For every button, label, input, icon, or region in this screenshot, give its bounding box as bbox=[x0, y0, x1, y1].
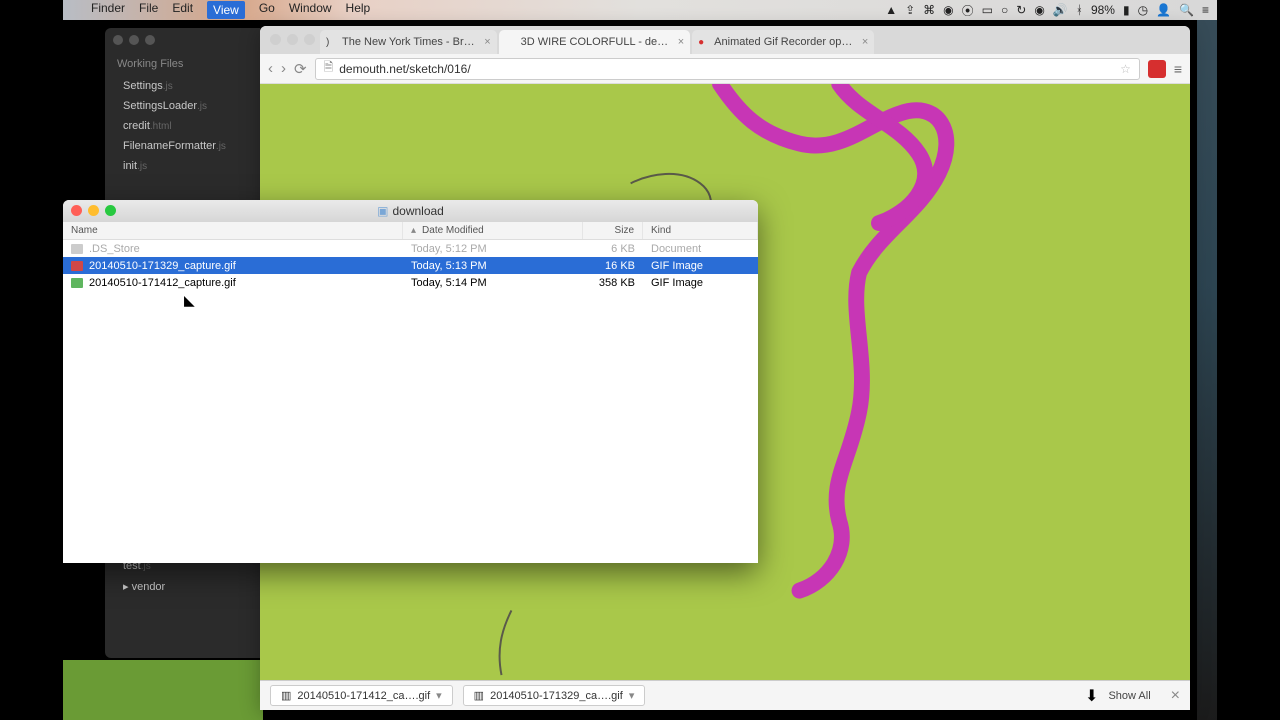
menubar-view[interactable]: View bbox=[207, 1, 245, 19]
file-icon bbox=[71, 261, 83, 271]
editor-file[interactable]: credit.html bbox=[105, 116, 260, 136]
tab-label: 3D WIRE COLORFULL - de… bbox=[521, 36, 669, 48]
editor-file[interactable]: Settings.js bbox=[105, 76, 260, 96]
file-icon: ▥ bbox=[474, 689, 484, 702]
notification-icon[interactable]: ≡ bbox=[1202, 3, 1209, 17]
browser-tab[interactable]: ) The New York Times - Br… × bbox=[320, 30, 497, 54]
column-name[interactable]: Name bbox=[63, 222, 403, 239]
back-button[interactable]: ‹ bbox=[268, 60, 273, 77]
editor-file[interactable]: init.js bbox=[105, 156, 260, 176]
browser-toolbar: ‹ › ⟳ 🗎 demouth.net/sketch/016/ ☆ ≡ bbox=[260, 54, 1190, 84]
tab-label: Animated Gif Recorder op… bbox=[714, 36, 852, 48]
finder-title: download bbox=[392, 204, 443, 218]
forward-button[interactable]: › bbox=[281, 60, 286, 77]
file-icon bbox=[71, 278, 83, 288]
table-row[interactable]: 20140510-171412_capture.gif Today, 5:14 … bbox=[63, 274, 758, 291]
favicon: ) bbox=[326, 37, 329, 48]
desktop-bg-right bbox=[1197, 0, 1217, 720]
battery-text[interactable]: 98% bbox=[1091, 3, 1115, 17]
favicon: ● bbox=[698, 37, 704, 48]
url-text: demouth.net/sketch/016/ bbox=[339, 62, 470, 76]
user-icon[interactable]: 👤 bbox=[1156, 3, 1171, 17]
editor-folder[interactable]: ▸ vendor bbox=[105, 576, 260, 597]
desktop-bg bbox=[63, 660, 263, 720]
status-icon[interactable]: ○ bbox=[1001, 3, 1008, 17]
menubar-file[interactable]: File bbox=[139, 1, 158, 19]
menubar-edit[interactable]: Edit bbox=[172, 1, 193, 19]
editor-file[interactable]: SettingsLoader.js bbox=[105, 96, 260, 116]
mouse-cursor-icon: ◣ bbox=[184, 292, 195, 309]
column-date[interactable]: ▴Date Modified bbox=[403, 222, 583, 239]
download-item[interactable]: ▥ 20140510-171412_ca….gif ▾ bbox=[270, 685, 453, 706]
editor-file[interactable]: FilenameFormatter.js bbox=[105, 136, 260, 156]
download-item[interactable]: ▥ 20140510-171329_ca….gif ▾ bbox=[463, 685, 646, 706]
status-icon[interactable]: ⦿ bbox=[962, 2, 974, 19]
dropbox-icon[interactable]: ⇪ bbox=[905, 3, 915, 17]
reload-button[interactable]: ⟳ bbox=[294, 60, 307, 78]
tab-label: The New York Times - Br… bbox=[342, 36, 475, 48]
zoom-icon[interactable] bbox=[145, 35, 155, 45]
address-bar[interactable]: 🗎 demouth.net/sketch/016/ ☆ bbox=[315, 58, 1140, 80]
wifi-icon[interactable]: ◉ bbox=[1034, 3, 1044, 17]
menubar-help[interactable]: Help bbox=[346, 1, 371, 19]
spotlight-icon[interactable]: 🔍 bbox=[1179, 3, 1194, 17]
chevron-down-icon[interactable]: ▾ bbox=[629, 689, 635, 702]
chrome-menu-icon[interactable]: ≡ bbox=[1174, 61, 1182, 77]
browser-traffic-lights bbox=[270, 34, 315, 45]
status-icon[interactable]: ⌘ bbox=[923, 3, 935, 17]
minimize-icon[interactable] bbox=[287, 34, 298, 45]
menubar-window[interactable]: Window bbox=[289, 1, 332, 19]
close-tab-icon[interactable]: × bbox=[484, 36, 490, 48]
page-icon: 🗎 bbox=[324, 58, 334, 79]
file-icon: ▥ bbox=[281, 689, 291, 702]
editor-section-label: Working Files bbox=[105, 52, 260, 76]
close-tab-icon[interactable]: × bbox=[862, 36, 868, 48]
close-shelf-icon[interactable]: × bbox=[1171, 687, 1180, 705]
download-icon: ⬇ bbox=[1085, 686, 1098, 706]
star-icon[interactable]: ☆ bbox=[1120, 62, 1131, 76]
column-size[interactable]: Size bbox=[583, 222, 643, 239]
download-label: 20140510-171412_ca….gif bbox=[297, 690, 430, 702]
editor-titlebar[interactable] bbox=[105, 28, 260, 52]
status-icon[interactable]: ▲ bbox=[885, 3, 897, 17]
table-row[interactable]: .DS_Store Today, 5:12 PM 6 KB Document bbox=[63, 240, 758, 257]
show-all-downloads[interactable]: Show All bbox=[1108, 690, 1150, 702]
mac-menubar: Finder File Edit View Go Window Help ▲ ⇪… bbox=[63, 0, 1217, 20]
close-icon[interactable] bbox=[270, 34, 281, 45]
zoom-icon[interactable] bbox=[105, 205, 116, 216]
close-tab-icon[interactable]: × bbox=[678, 36, 684, 48]
extension-icon[interactable] bbox=[1148, 60, 1166, 78]
airplay-icon[interactable]: ▭ bbox=[982, 3, 993, 17]
zoom-icon[interactable] bbox=[304, 34, 315, 45]
browser-tab[interactable]: 3D WIRE COLORFULL - de… × bbox=[499, 30, 691, 54]
clock-icon[interactable]: ◷ bbox=[1138, 3, 1148, 17]
table-row[interactable]: 20140510-171329_capture.gif Today, 5:13 … bbox=[63, 257, 758, 274]
menubar-app[interactable]: Finder bbox=[91, 1, 125, 19]
minimize-icon[interactable] bbox=[129, 35, 139, 45]
download-label: 20140510-171329_ca….gif bbox=[490, 690, 623, 702]
browser-tab[interactable]: ● Animated Gif Recorder op… × bbox=[692, 30, 874, 54]
minimize-icon[interactable] bbox=[88, 205, 99, 216]
chevron-down-icon[interactable]: ▾ bbox=[436, 689, 442, 702]
close-icon[interactable] bbox=[113, 35, 123, 45]
download-shelf: ▥ 20140510-171412_ca….gif ▾ ▥ 20140510-1… bbox=[260, 680, 1190, 710]
volume-icon[interactable]: 🔊 bbox=[1053, 3, 1068, 17]
menubar-go[interactable]: Go bbox=[259, 1, 275, 19]
battery-icon[interactable]: ▮ bbox=[1123, 3, 1130, 17]
column-kind[interactable]: Kind bbox=[643, 222, 758, 239]
file-icon bbox=[71, 244, 83, 254]
status-icon[interactable]: ↻ bbox=[1016, 3, 1026, 17]
browser-tabbar: ) The New York Times - Br… × 3D WIRE COL… bbox=[260, 26, 1190, 54]
bluetooth-icon[interactable]: ᚼ bbox=[1076, 3, 1083, 17]
close-icon[interactable] bbox=[71, 205, 82, 216]
finder-window: ▣ download Name ▴Date Modified Size Kind… bbox=[63, 200, 758, 563]
finder-titlebar[interactable]: ▣ download bbox=[63, 200, 758, 222]
folder-icon: ▣ bbox=[377, 204, 388, 218]
status-icon[interactable]: ◉ bbox=[943, 3, 953, 17]
finder-column-headers: Name ▴Date Modified Size Kind bbox=[63, 222, 758, 240]
finder-file-list: .DS_Store Today, 5:12 PM 6 KB Document 2… bbox=[63, 240, 758, 563]
